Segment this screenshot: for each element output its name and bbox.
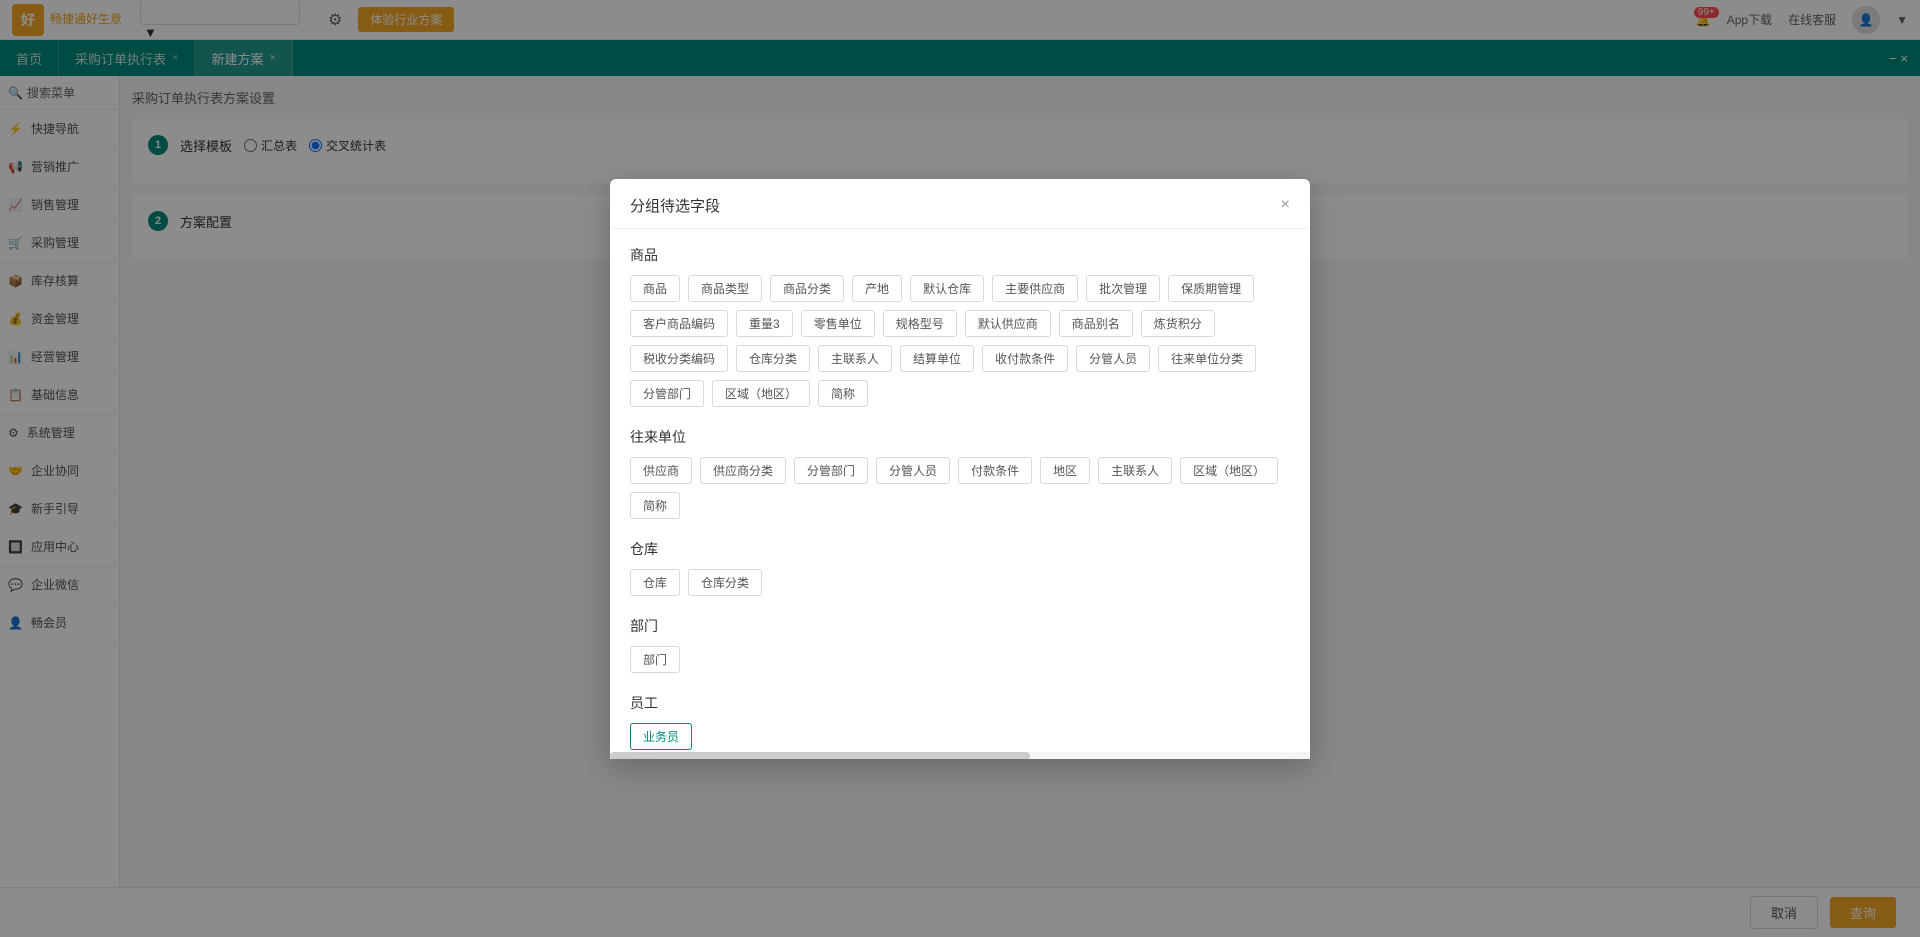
field-group-warehouse: 仓库 仓库 仓库分类: [630, 539, 1290, 596]
field-tag-dept-0[interactable]: 部门: [630, 646, 680, 673]
field-tag-goods-21[interactable]: 往来单位分类: [1158, 345, 1256, 372]
field-tag-goods-23[interactable]: 区域（地区）: [712, 380, 810, 407]
field-tag-goods-18[interactable]: 结算单位: [900, 345, 974, 372]
modal-header: 分组待选字段 ×: [610, 179, 1310, 229]
modal-dialog: 分组待选字段 × 商品 商品 商品类型 商品分类 产地 默认仓库 主要供应商 批…: [610, 179, 1310, 759]
field-tag-goods-3[interactable]: 产地: [852, 275, 902, 302]
field-tag-goods-1[interactable]: 商品类型: [688, 275, 762, 302]
field-group-dept: 部门 部门: [630, 616, 1290, 673]
field-tag-partner-1[interactable]: 供应商分类: [700, 457, 786, 484]
field-tag-partner-7[interactable]: 区域（地区）: [1180, 457, 1278, 484]
field-group-partner: 往来单位 供应商 供应商分类 分管部门 分管人员 付款条件 地区 主联系人 区域…: [630, 427, 1290, 519]
field-tags-partner: 供应商 供应商分类 分管部门 分管人员 付款条件 地区 主联系人 区域（地区） …: [630, 457, 1290, 519]
field-tag-goods-16[interactable]: 仓库分类: [736, 345, 810, 372]
field-tags-goods: 商品 商品类型 商品分类 产地 默认仓库 主要供应商 批次管理 保质期管理 客户…: [630, 275, 1290, 407]
field-tag-goods-14[interactable]: 炼货积分: [1141, 310, 1215, 337]
field-tag-goods-12[interactable]: 默认供应商: [965, 310, 1051, 337]
modal-close-button[interactable]: ×: [1281, 196, 1290, 214]
field-group-goods: 商品 商品 商品类型 商品分类 产地 默认仓库 主要供应商 批次管理 保质期管理…: [630, 245, 1290, 407]
field-tag-goods-2[interactable]: 商品分类: [770, 275, 844, 302]
field-group-warehouse-title: 仓库: [630, 539, 1290, 559]
field-tag-partner-0[interactable]: 供应商: [630, 457, 692, 484]
modal-body: 商品 商品 商品类型 商品分类 产地 默认仓库 主要供应商 批次管理 保质期管理…: [610, 229, 1310, 753]
field-tags-dept: 部门: [630, 646, 1290, 673]
field-tag-goods-22[interactable]: 分管部门: [630, 380, 704, 407]
field-tag-goods-8[interactable]: 客户商品编码: [630, 310, 728, 337]
field-tag-partner-8[interactable]: 简称: [630, 492, 680, 519]
field-tag-goods-15[interactable]: 税收分类编码: [630, 345, 728, 372]
field-tag-goods-6[interactable]: 批次管理: [1086, 275, 1160, 302]
field-tag-goods-0[interactable]: 商品: [630, 275, 680, 302]
field-tag-staff-0[interactable]: 业务员: [630, 723, 692, 750]
field-tag-goods-24[interactable]: 简称: [818, 380, 868, 407]
field-tag-warehouse-0[interactable]: 仓库: [630, 569, 680, 596]
field-group-staff-title: 员工: [630, 693, 1290, 713]
field-tags-warehouse: 仓库 仓库分类: [630, 569, 1290, 596]
field-tag-partner-4[interactable]: 付款条件: [958, 457, 1032, 484]
field-group-partner-title: 往来单位: [630, 427, 1290, 447]
modal-title: 分组待选字段: [630, 195, 720, 216]
field-tags-staff: 业务员: [630, 723, 1290, 750]
field-tag-partner-5[interactable]: 地区: [1040, 457, 1090, 484]
field-group-staff: 员工 业务员: [630, 693, 1290, 750]
field-tag-goods-10[interactable]: 零售单位: [801, 310, 875, 337]
field-tag-goods-9[interactable]: 重量3: [736, 310, 793, 337]
field-tag-partner-6[interactable]: 主联系人: [1098, 457, 1172, 484]
modal-horizontal-scrollbar[interactable]: [610, 752, 1310, 758]
modal-hscroll-thumb: [610, 752, 1030, 758]
field-group-dept-title: 部门: [630, 616, 1290, 636]
field-tag-warehouse-1[interactable]: 仓库分类: [688, 569, 762, 596]
field-tag-goods-19[interactable]: 收付款条件: [982, 345, 1068, 372]
field-tag-partner-2[interactable]: 分管部门: [794, 457, 868, 484]
field-tag-goods-5[interactable]: 主要供应商: [992, 275, 1078, 302]
field-tag-goods-4[interactable]: 默认仓库: [910, 275, 984, 302]
field-tag-goods-20[interactable]: 分管人员: [1076, 345, 1150, 372]
modal-overlay: 分组待选字段 × 商品 商品 商品类型 商品分类 产地 默认仓库 主要供应商 批…: [0, 0, 1920, 937]
field-tag-goods-13[interactable]: 商品别名: [1059, 310, 1133, 337]
field-tag-goods-17[interactable]: 主联系人: [818, 345, 892, 372]
field-tag-goods-7[interactable]: 保质期管理: [1168, 275, 1254, 302]
field-group-goods-title: 商品: [630, 245, 1290, 265]
field-tag-goods-11[interactable]: 规格型号: [883, 310, 957, 337]
field-tag-partner-3[interactable]: 分管人员: [876, 457, 950, 484]
